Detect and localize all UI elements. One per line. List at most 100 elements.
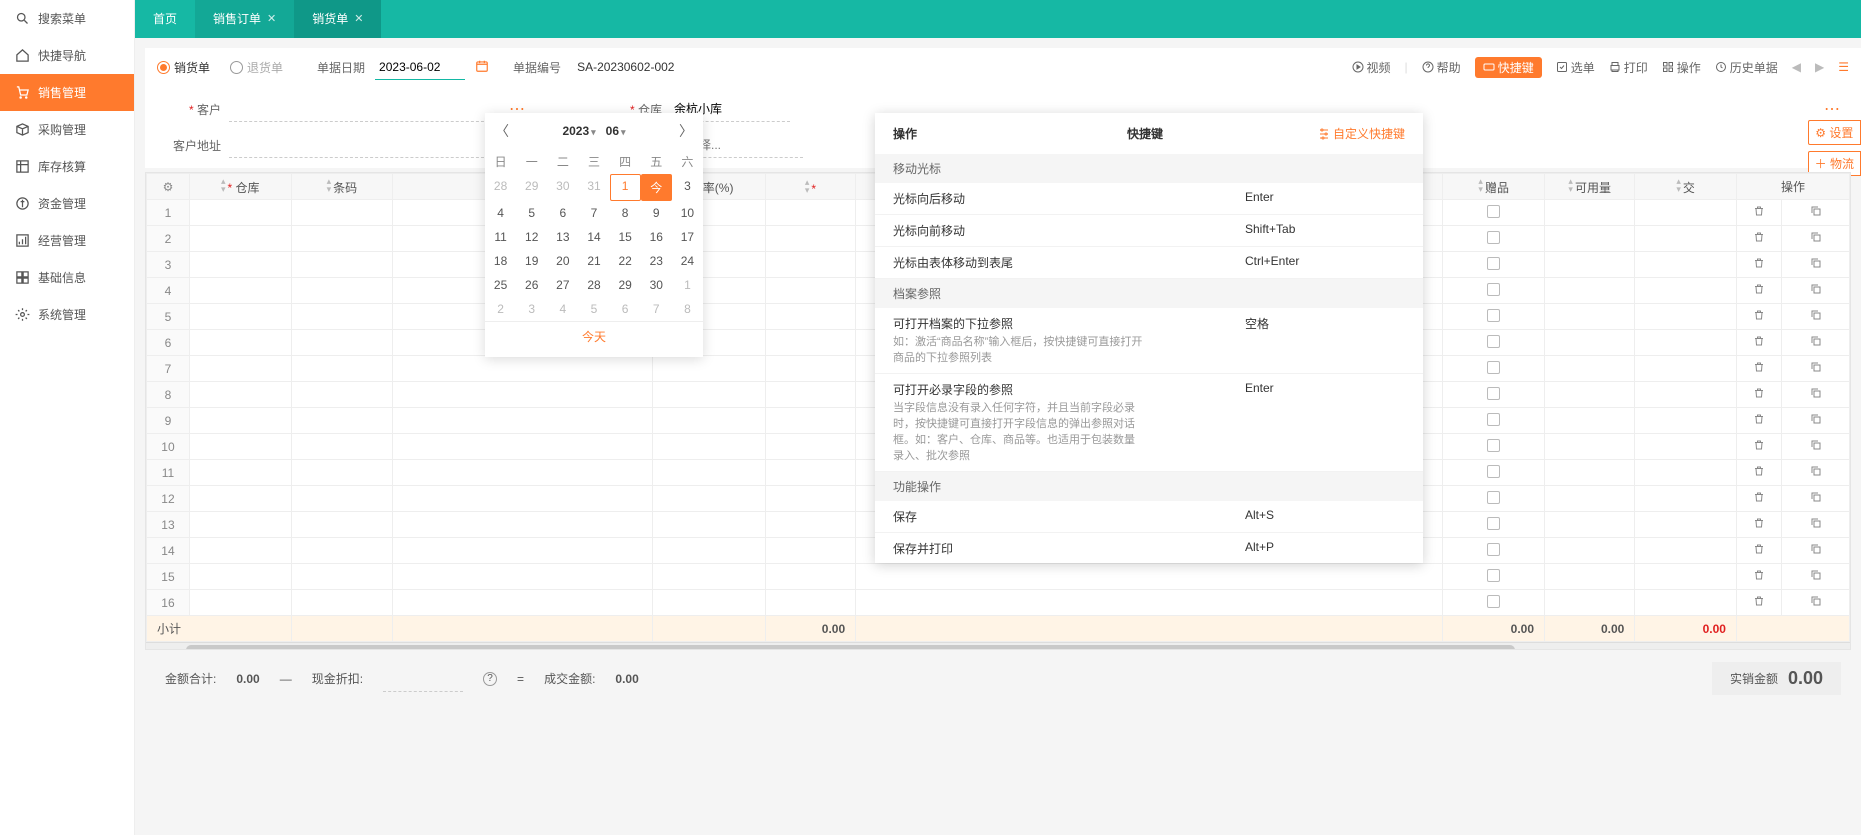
gift-checkbox[interactable]: [1487, 413, 1500, 426]
cal-year[interactable]: 2023: [562, 124, 595, 138]
cal-day[interactable]: 9: [641, 201, 672, 225]
cal-day[interactable]: 17: [672, 225, 703, 249]
col-wh[interactable]: ▴▾仓库: [189, 174, 291, 200]
delete-icon[interactable]: [1753, 569, 1765, 584]
delete-icon[interactable]: [1753, 231, 1765, 246]
col-barcode[interactable]: ▴▾条码: [291, 174, 393, 200]
tool-shortcut[interactable]: 快捷键: [1475, 57, 1542, 78]
calendar-icon[interactable]: [475, 59, 489, 76]
cal-day[interactable]: 5: [578, 297, 609, 321]
cal-day[interactable]: 8: [610, 201, 641, 225]
delete-icon[interactable]: [1753, 257, 1765, 272]
delete-icon[interactable]: [1753, 517, 1765, 532]
gift-checkbox[interactable]: [1487, 465, 1500, 478]
delete-icon[interactable]: [1753, 335, 1765, 350]
gift-checkbox[interactable]: [1487, 517, 1500, 530]
copy-icon[interactable]: [1810, 517, 1822, 532]
gift-checkbox[interactable]: [1487, 335, 1500, 348]
delete-icon[interactable]: [1753, 309, 1765, 324]
delete-icon[interactable]: [1753, 595, 1765, 610]
cal-day[interactable]: 29: [516, 174, 547, 201]
cal-day[interactable]: 28: [485, 174, 516, 201]
cal-day[interactable]: 20: [547, 249, 578, 273]
gift-checkbox[interactable]: [1487, 491, 1500, 504]
cal-day[interactable]: 14: [578, 225, 609, 249]
tool-next[interactable]: ▶: [1815, 60, 1824, 74]
tool-select[interactable]: 选单: [1556, 59, 1595, 76]
help-icon[interactable]: ?: [483, 672, 497, 686]
tab-0[interactable]: 首页: [135, 0, 195, 38]
cal-day[interactable]: 22: [610, 249, 641, 273]
copy-icon[interactable]: [1810, 413, 1822, 428]
col-req2[interactable]: ▴▾*: [765, 174, 855, 200]
delete-icon[interactable]: [1753, 543, 1765, 558]
tool-video[interactable]: 视频: [1352, 59, 1391, 76]
tool-list-icon[interactable]: ☰: [1838, 60, 1849, 74]
gift-checkbox[interactable]: [1487, 231, 1500, 244]
cal-day[interactable]: 6: [547, 201, 578, 225]
cal-day[interactable]: 1: [610, 174, 641, 201]
gift-checkbox[interactable]: [1487, 543, 1500, 556]
sidebar-item-6[interactable]: 经营管理: [0, 222, 134, 259]
gift-checkbox[interactable]: [1487, 387, 1500, 400]
copy-icon[interactable]: [1810, 257, 1822, 272]
cal-day[interactable]: 16: [641, 225, 672, 249]
tool-history[interactable]: 历史单据: [1715, 59, 1778, 76]
copy-icon[interactable]: [1810, 595, 1822, 610]
tab-close-icon[interactable]: ✕: [267, 0, 276, 38]
gift-checkbox[interactable]: [1487, 595, 1500, 608]
delete-icon[interactable]: [1753, 491, 1765, 506]
tab-1[interactable]: 销售订单✕: [195, 0, 294, 38]
copy-icon[interactable]: [1810, 439, 1822, 454]
gift-checkbox[interactable]: [1487, 361, 1500, 374]
gift-checkbox[interactable]: [1487, 257, 1500, 270]
col-gear[interactable]: ⚙: [147, 174, 190, 200]
cust-input[interactable]: [229, 96, 489, 122]
copy-icon[interactable]: [1810, 361, 1822, 376]
copy-icon[interactable]: [1810, 231, 1822, 246]
delete-icon[interactable]: [1753, 283, 1765, 298]
cal-day[interactable]: 6: [610, 297, 641, 321]
copy-icon[interactable]: [1810, 543, 1822, 558]
gift-checkbox[interactable]: [1487, 439, 1500, 452]
cal-day[interactable]: 31: [578, 174, 609, 201]
sidebar-item-1[interactable]: 快捷导航: [0, 37, 134, 74]
addr-input[interactable]: [229, 132, 489, 158]
sidebar-item-2[interactable]: 销售管理: [0, 74, 134, 111]
cal-day[interactable]: 11: [485, 225, 516, 249]
cal-day[interactable]: 15: [610, 225, 641, 249]
sidebar-item-4[interactable]: 库存核算: [0, 148, 134, 185]
cal-day[interactable]: 7: [578, 201, 609, 225]
copy-icon[interactable]: [1810, 491, 1822, 506]
col-deliv[interactable]: ▴▾交: [1635, 174, 1737, 200]
cal-day[interactable]: 19: [516, 249, 547, 273]
delete-icon[interactable]: [1753, 361, 1765, 376]
settings-button[interactable]: ⚙ 设置: [1808, 120, 1861, 145]
cal-day[interactable]: 2: [485, 297, 516, 321]
cal-next[interactable]: 〉: [679, 121, 693, 141]
delete-icon[interactable]: [1753, 413, 1765, 428]
cal-day[interactable]: 29: [610, 273, 641, 297]
tab-close-icon[interactable]: ✕: [354, 0, 363, 38]
row1-more-icon[interactable]: ⋯: [1824, 99, 1841, 119]
cal-day[interactable]: 30: [641, 273, 672, 297]
radio-return[interactable]: 退货单: [230, 59, 283, 76]
cal-day[interactable]: 3: [672, 174, 703, 201]
gift-checkbox[interactable]: [1487, 205, 1500, 218]
cal-day[interactable]: 27: [547, 273, 578, 297]
cal-day[interactable]: 18: [485, 249, 516, 273]
cal-day[interactable]: 24: [672, 249, 703, 273]
cal-day[interactable]: 23: [641, 249, 672, 273]
col-gift[interactable]: ▴▾赠品: [1443, 174, 1545, 200]
cal-day[interactable]: 4: [485, 201, 516, 225]
table-row[interactable]: 15: [147, 564, 1850, 590]
cal-prev[interactable]: 〈: [495, 121, 509, 141]
cal-day[interactable]: 5: [516, 201, 547, 225]
discount-input[interactable]: [383, 666, 463, 692]
col-avail[interactable]: ▴▾可用量: [1545, 174, 1635, 200]
cal-day[interactable]: 4: [547, 297, 578, 321]
copy-icon[interactable]: [1810, 335, 1822, 350]
tool-help[interactable]: 帮助: [1422, 59, 1461, 76]
cal-day[interactable]: 10: [672, 201, 703, 225]
copy-icon[interactable]: [1810, 309, 1822, 324]
